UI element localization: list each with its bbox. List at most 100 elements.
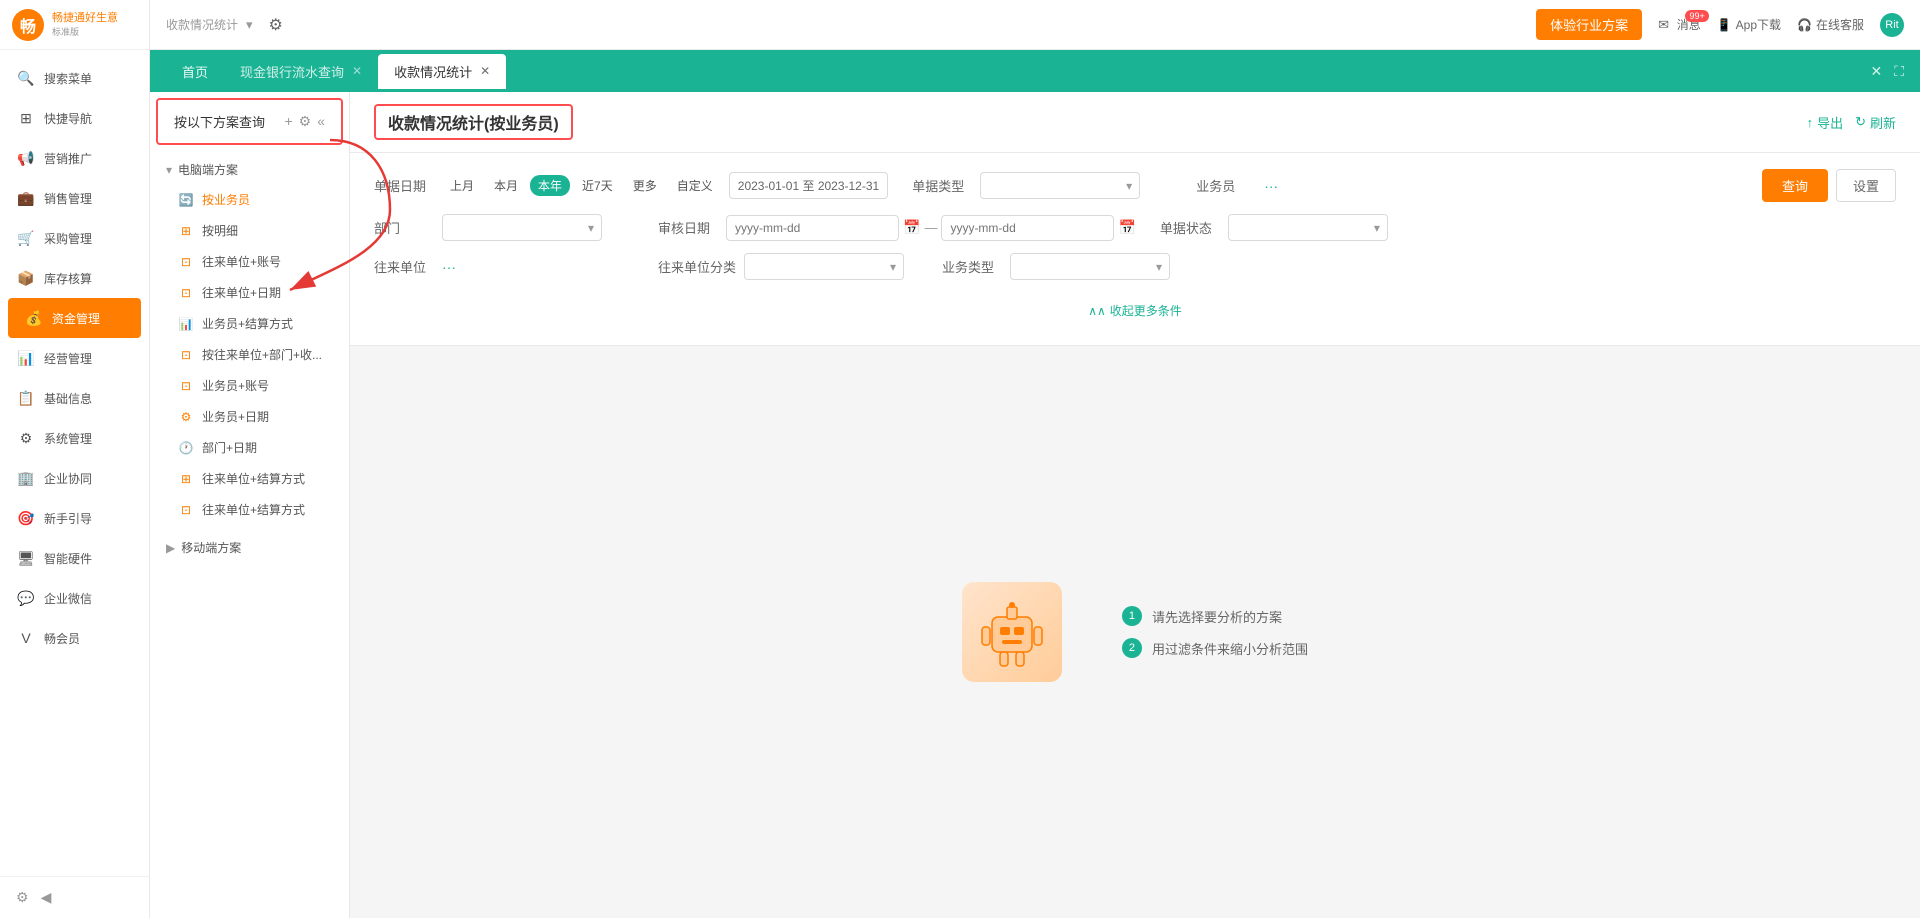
close-all-tabs-btn[interactable]: ✕ <box>1870 63 1882 80</box>
scheme-item-label: 按明细 <box>202 222 238 239</box>
scheme-item-staff-settlement[interactable]: 📊 业务员+结算方式 <box>150 308 349 339</box>
scheme-item-by-detail[interactable]: ⊞ 按明细 <box>150 215 349 246</box>
sidebar-item-label: 销售管理 <box>44 190 92 207</box>
sidebar-item-finance[interactable]: 💰 资金管理 <box>8 298 141 338</box>
scheme-item-unit-account[interactable]: ⊡ 往来单位+账号 <box>150 246 349 277</box>
date-tab-this-month[interactable]: 本月 <box>486 175 526 196</box>
sidebar-item-label: 基础信息 <box>44 390 92 407</box>
user-avatar[interactable]: Rit <box>1880 13 1904 37</box>
scheme-item-unit-date[interactable]: ⊡ 往来单位+日期 <box>150 277 349 308</box>
doc-status-label: 单据状态 <box>1160 218 1220 237</box>
quick-nav-icon: ⊞ <box>16 108 36 128</box>
date-tab-last-month[interactable]: 上月 <box>442 175 482 196</box>
sidebar-item-guide[interactable]: 🎯 新手引导 <box>0 498 149 538</box>
sidebar-item-label: 库存核算 <box>44 270 92 287</box>
calendar-icon-end[interactable]: 📅 <box>1118 219 1135 236</box>
desktop-scheme-toggle[interactable]: ▾ 电脑端方案 <box>150 155 349 184</box>
sidebar-item-purchase[interactable]: 🛒 采购管理 <box>0 218 149 258</box>
notification-area[interactable]: ✉ 99+ 消息 <box>1658 16 1701 33</box>
partner-category-select-wrapper <box>744 253 904 280</box>
biz-type-select[interactable] <box>1010 253 1170 280</box>
marketing-icon: 📢 <box>16 148 36 168</box>
doc-type-select-wrapper <box>980 172 1140 199</box>
dept-label: 部门 <box>374 218 434 237</box>
sidebar-item-label: 畅会员 <box>44 630 80 647</box>
dropdown-icon[interactable]: ▾ <box>246 17 253 33</box>
doc-status-select[interactable] <box>1228 214 1388 241</box>
desktop-scheme-label: 电脑端方案 <box>178 161 238 178</box>
tab-bank-close[interactable]: ✕ <box>352 64 362 78</box>
trial-industry-btn[interactable]: 体验行业方案 <box>1536 9 1642 40</box>
doc-type-select[interactable] <box>980 172 1140 199</box>
scheme-item-unit-dept[interactable]: ⊡ 按往来单位+部门+收... <box>150 339 349 370</box>
sidebar-item-label: 企业协同 <box>44 470 92 487</box>
online-service-btn[interactable]: 🎧 在线客服 <box>1797 16 1864 33</box>
topbar-settings-icon[interactable]: ⚙ <box>269 15 283 35</box>
export-btn[interactable]: ↑ 导出 <box>1807 113 1844 132</box>
filter-row-2: 部门 审核日期 📅 — <box>374 214 1896 241</box>
sidebar: 畅 畅捷通好生意 标准版 🔍 搜索菜单 ⊞ 快捷导航 📢 营销推广 💼 销售管理… <box>0 0 150 918</box>
fullscreen-btn[interactable]: ⛶ <box>1894 63 1904 80</box>
sidebar-item-operation[interactable]: 📊 经营管理 <box>0 338 149 378</box>
scheme-collapse-icon[interactable]: « <box>317 113 325 130</box>
scheme-item-unit-settlement1[interactable]: ⊞ 往来单位+结算方式 <box>150 463 349 494</box>
unit-account-icon: ⊡ <box>178 254 194 270</box>
sidebar-item-quick-nav[interactable]: ⊞ 快捷导航 <box>0 98 149 138</box>
sidebar-item-system[interactable]: ⚙ 系统管理 <box>0 418 149 458</box>
setting-btn[interactable]: 设置 <box>1836 169 1896 202</box>
sidebar-item-sales[interactable]: 💼 销售管理 <box>0 178 149 218</box>
sidebar-item-hardware[interactable]: 🖥 智能硬件 <box>0 538 149 578</box>
tab-receipt[interactable]: 收款情况统计 ✕ <box>378 54 506 89</box>
sidebar-item-marketing[interactable]: 📢 营销推广 <box>0 138 149 178</box>
settings-bottom-icon[interactable]: ⚙ <box>16 889 29 906</box>
sidebar-nav: 🔍 搜索菜单 ⊞ 快捷导航 📢 营销推广 💼 销售管理 🛒 采购管理 📦 库存核… <box>0 50 149 876</box>
date-tab-custom[interactable]: 自定义 <box>669 175 721 196</box>
review-date-start-input[interactable] <box>726 215 899 241</box>
date-tab-more[interactable]: 更多 <box>625 175 665 196</box>
collapse-bar[interactable]: ∧∧ 收起更多条件 <box>374 292 1896 329</box>
scheme-item-unit-settlement2[interactable]: ⊡ 往来单位+结算方式 <box>150 494 349 525</box>
partner-category-select[interactable] <box>744 253 904 280</box>
staff-more-icon[interactable]: ··· <box>1264 178 1278 194</box>
main-area: 收款情况统计 ▾ ⚙ 体验行业方案 ✉ 99+ 消息 📱 App下载 🎧 在线客… <box>150 0 1920 918</box>
scheme-item-staff-account[interactable]: ⊡ 业务员+账号 <box>150 370 349 401</box>
finance-icon: 💰 <box>24 308 44 328</box>
system-icon: ⚙ <box>16 428 36 448</box>
mobile-scheme-toggle[interactable]: ▶ 移动端方案 <box>150 533 349 562</box>
refresh-btn[interactable]: ↻ 刷新 <box>1855 113 1896 132</box>
collapse-sidebar-icon[interactable]: ◀ <box>41 889 52 906</box>
sidebar-item-label: 搜索菜单 <box>44 70 92 87</box>
calendar-icon-start[interactable]: 📅 <box>903 219 920 236</box>
tab-receipt-label: 收款情况统计 <box>394 62 472 81</box>
logo-badge: 标准版 <box>52 25 118 38</box>
scheme-header-label: 按以下方案查询 <box>174 112 265 131</box>
staff-filter: 业务员 ··· <box>1196 176 1456 195</box>
date-tab-this-year[interactable]: 本年 <box>530 175 570 196</box>
sidebar-item-enterprise[interactable]: 🏢 企业协同 <box>0 458 149 498</box>
tab-bank[interactable]: 现金银行流水查询 ✕ <box>224 54 378 89</box>
dept-select[interactable] <box>442 214 602 241</box>
sidebar-item-wechat[interactable]: 💬 企业微信 <box>0 578 149 618</box>
tab-receipt-close[interactable]: ✕ <box>480 64 490 78</box>
scheme-item-dept-date[interactable]: 🕐 部门+日期 <box>150 432 349 463</box>
add-scheme-icon[interactable]: + <box>284 113 292 130</box>
review-date-end-input[interactable] <box>941 215 1114 241</box>
tab-home[interactable]: 首页 <box>166 54 224 89</box>
review-date-group: 📅 — 📅 <box>726 215 1136 241</box>
app-download-btn[interactable]: 📱 App下载 <box>1717 16 1781 33</box>
partner-more-icon[interactable]: ··· <box>442 259 456 275</box>
notification-badge: 99+ <box>1685 10 1708 22</box>
sidebar-item-search[interactable]: 🔍 搜索菜单 <box>0 58 149 98</box>
scheme-settings-icon[interactable]: ⚙ <box>299 113 312 130</box>
topbar: 收款情况统计 ▾ ⚙ 体验行业方案 ✉ 99+ 消息 📱 App下载 🎧 在线客… <box>150 0 1920 50</box>
scheme-item-staff-date[interactable]: ⚙ 业务员+日期 <box>150 401 349 432</box>
sidebar-item-inventory[interactable]: 📦 库存核算 <box>0 258 149 298</box>
partner-category-filter: 往来单位分类 <box>658 253 918 280</box>
sidebar-item-member[interactable]: V 畅会员 <box>0 618 149 658</box>
sidebar-item-basic[interactable]: 📋 基础信息 <box>0 378 149 418</box>
breadcrumb-text: 收款情况统计 <box>166 16 238 33</box>
query-btn[interactable]: 查询 <box>1762 169 1828 202</box>
date-tab-last-7[interactable]: 近7天 <box>574 175 621 196</box>
content-area: 按以下方案查询 + ⚙ « ▾ 电脑端方案 🔄 按业务员 <box>150 92 1920 918</box>
scheme-item-by-staff[interactable]: 🔄 按业务员 <box>150 184 349 215</box>
